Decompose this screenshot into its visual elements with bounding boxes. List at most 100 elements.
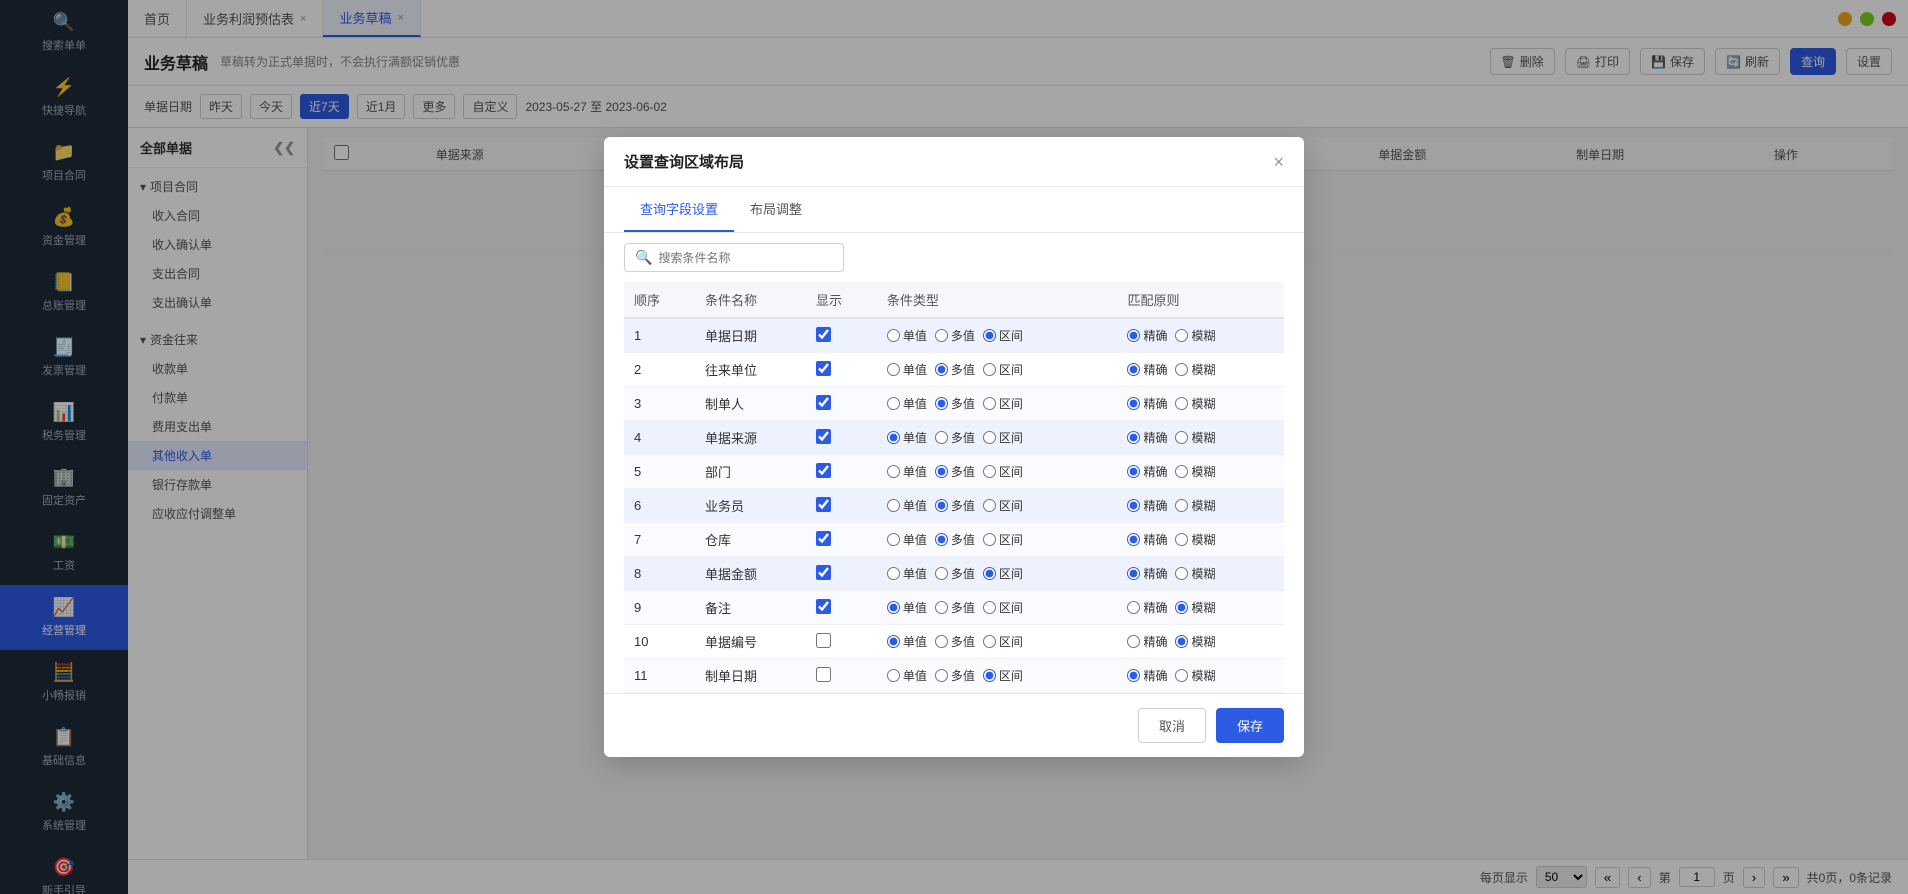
radio-input-type-range[interactable] [983,635,996,648]
radio-input-type-multi[interactable] [935,635,948,648]
radio-input-match-exact[interactable] [1127,363,1140,376]
radio-input-match-exact[interactable] [1127,397,1140,410]
radio-input-type-single[interactable] [887,499,900,512]
radio-match-fuzzy[interactable]: 模糊 [1175,463,1215,480]
radio-input-match-fuzzy[interactable] [1175,601,1188,614]
radio-input-type-single[interactable] [887,601,900,614]
tab-query-fields[interactable]: 查询字段设置 [624,187,734,232]
radio-input-type-multi[interactable] [935,669,948,682]
radio-type-range[interactable]: 区间 [983,463,1023,480]
radio-match-fuzzy[interactable]: 模糊 [1175,633,1215,650]
radio-input-match-exact[interactable] [1127,669,1140,682]
radio-input-type-range[interactable] [983,533,996,546]
radio-type-single[interactable]: 单值 [887,497,927,514]
radio-input-type-range[interactable] [983,601,996,614]
radio-input-type-multi[interactable] [935,465,948,478]
radio-match-fuzzy[interactable]: 模糊 [1175,327,1215,344]
search-input[interactable] [658,251,833,265]
radio-type-range[interactable]: 区间 [983,599,1023,616]
radio-match-fuzzy[interactable]: 模糊 [1175,531,1215,548]
show-checkbox[interactable] [816,565,831,580]
radio-input-type-range[interactable] [983,431,996,444]
radio-input-match-fuzzy[interactable] [1175,465,1188,478]
radio-type-range[interactable]: 区间 [983,395,1023,412]
radio-input-match-exact[interactable] [1127,533,1140,546]
radio-input-type-range[interactable] [983,363,996,376]
tab-layout[interactable]: 布局调整 [734,187,818,232]
radio-input-type-single[interactable] [887,363,900,376]
radio-input-match-fuzzy[interactable] [1175,567,1188,580]
radio-input-match-fuzzy[interactable] [1175,533,1188,546]
radio-input-match-exact[interactable] [1127,635,1140,648]
radio-input-type-single[interactable] [887,465,900,478]
radio-type-single[interactable]: 单值 [887,633,927,650]
radio-input-match-exact[interactable] [1127,431,1140,444]
radio-type-multi[interactable]: 多值 [935,565,975,582]
cancel-button[interactable]: 取消 [1138,708,1206,743]
radio-type-single[interactable]: 单值 [887,395,927,412]
radio-type-single[interactable]: 单值 [887,429,927,446]
radio-match-exact[interactable]: 精确 [1127,667,1167,684]
radio-input-match-fuzzy[interactable] [1175,431,1188,444]
radio-type-multi[interactable]: 多值 [935,667,975,684]
radio-match-exact[interactable]: 精确 [1127,599,1167,616]
radio-type-range[interactable]: 区间 [983,565,1023,582]
radio-input-type-range[interactable] [983,465,996,478]
radio-match-fuzzy[interactable]: 模糊 [1175,497,1215,514]
show-checkbox[interactable] [816,497,831,512]
radio-input-type-multi[interactable] [935,329,948,342]
radio-input-match-fuzzy[interactable] [1175,397,1188,410]
radio-input-type-single[interactable] [887,533,900,546]
radio-input-match-fuzzy[interactable] [1175,635,1188,648]
radio-type-single[interactable]: 单值 [887,565,927,582]
radio-match-fuzzy[interactable]: 模糊 [1175,667,1215,684]
radio-input-type-range[interactable] [983,669,996,682]
show-checkbox[interactable] [816,667,831,682]
radio-input-type-multi[interactable] [935,601,948,614]
radio-input-type-single[interactable] [887,329,900,342]
show-checkbox[interactable] [816,633,831,648]
radio-input-type-multi[interactable] [935,567,948,580]
radio-input-match-fuzzy[interactable] [1175,329,1188,342]
radio-type-multi[interactable]: 多值 [935,531,975,548]
radio-type-multi[interactable]: 多值 [935,599,975,616]
radio-match-fuzzy[interactable]: 模糊 [1175,599,1215,616]
radio-input-type-single[interactable] [887,567,900,580]
radio-input-match-exact[interactable] [1127,499,1140,512]
radio-type-range[interactable]: 区间 [983,667,1023,684]
show-checkbox[interactable] [816,429,831,444]
radio-input-type-multi[interactable] [935,363,948,376]
radio-match-exact[interactable]: 精确 [1127,633,1167,650]
radio-type-multi[interactable]: 多值 [935,497,975,514]
show-checkbox[interactable] [816,463,831,478]
radio-input-match-exact[interactable] [1127,465,1140,478]
radio-match-fuzzy[interactable]: 模糊 [1175,361,1215,378]
radio-input-match-exact[interactable] [1127,567,1140,580]
radio-type-single[interactable]: 单值 [887,667,927,684]
show-checkbox[interactable] [816,599,831,614]
radio-input-type-single[interactable] [887,669,900,682]
radio-type-range[interactable]: 区间 [983,531,1023,548]
radio-input-type-multi[interactable] [935,499,948,512]
modal-close-button[interactable]: × [1273,153,1284,171]
show-checkbox[interactable] [816,327,831,342]
radio-type-single[interactable]: 单值 [887,599,927,616]
radio-input-type-single[interactable] [887,397,900,410]
radio-input-type-single[interactable] [887,431,900,444]
radio-input-type-range[interactable] [983,397,996,410]
radio-type-multi[interactable]: 多值 [935,463,975,480]
radio-type-multi[interactable]: 多值 [935,327,975,344]
radio-match-exact[interactable]: 精确 [1127,429,1167,446]
show-checkbox[interactable] [816,531,831,546]
radio-type-multi[interactable]: 多值 [935,429,975,446]
radio-match-exact[interactable]: 精确 [1127,497,1167,514]
radio-match-fuzzy[interactable]: 模糊 [1175,565,1215,582]
radio-input-type-multi[interactable] [935,431,948,444]
radio-match-exact[interactable]: 精确 [1127,327,1167,344]
radio-match-exact[interactable]: 精确 [1127,463,1167,480]
radio-type-multi[interactable]: 多值 [935,395,975,412]
radio-input-match-fuzzy[interactable] [1175,363,1188,376]
radio-type-range[interactable]: 区间 [983,327,1023,344]
radio-type-multi[interactable]: 多值 [935,633,975,650]
radio-input-match-fuzzy[interactable] [1175,499,1188,512]
